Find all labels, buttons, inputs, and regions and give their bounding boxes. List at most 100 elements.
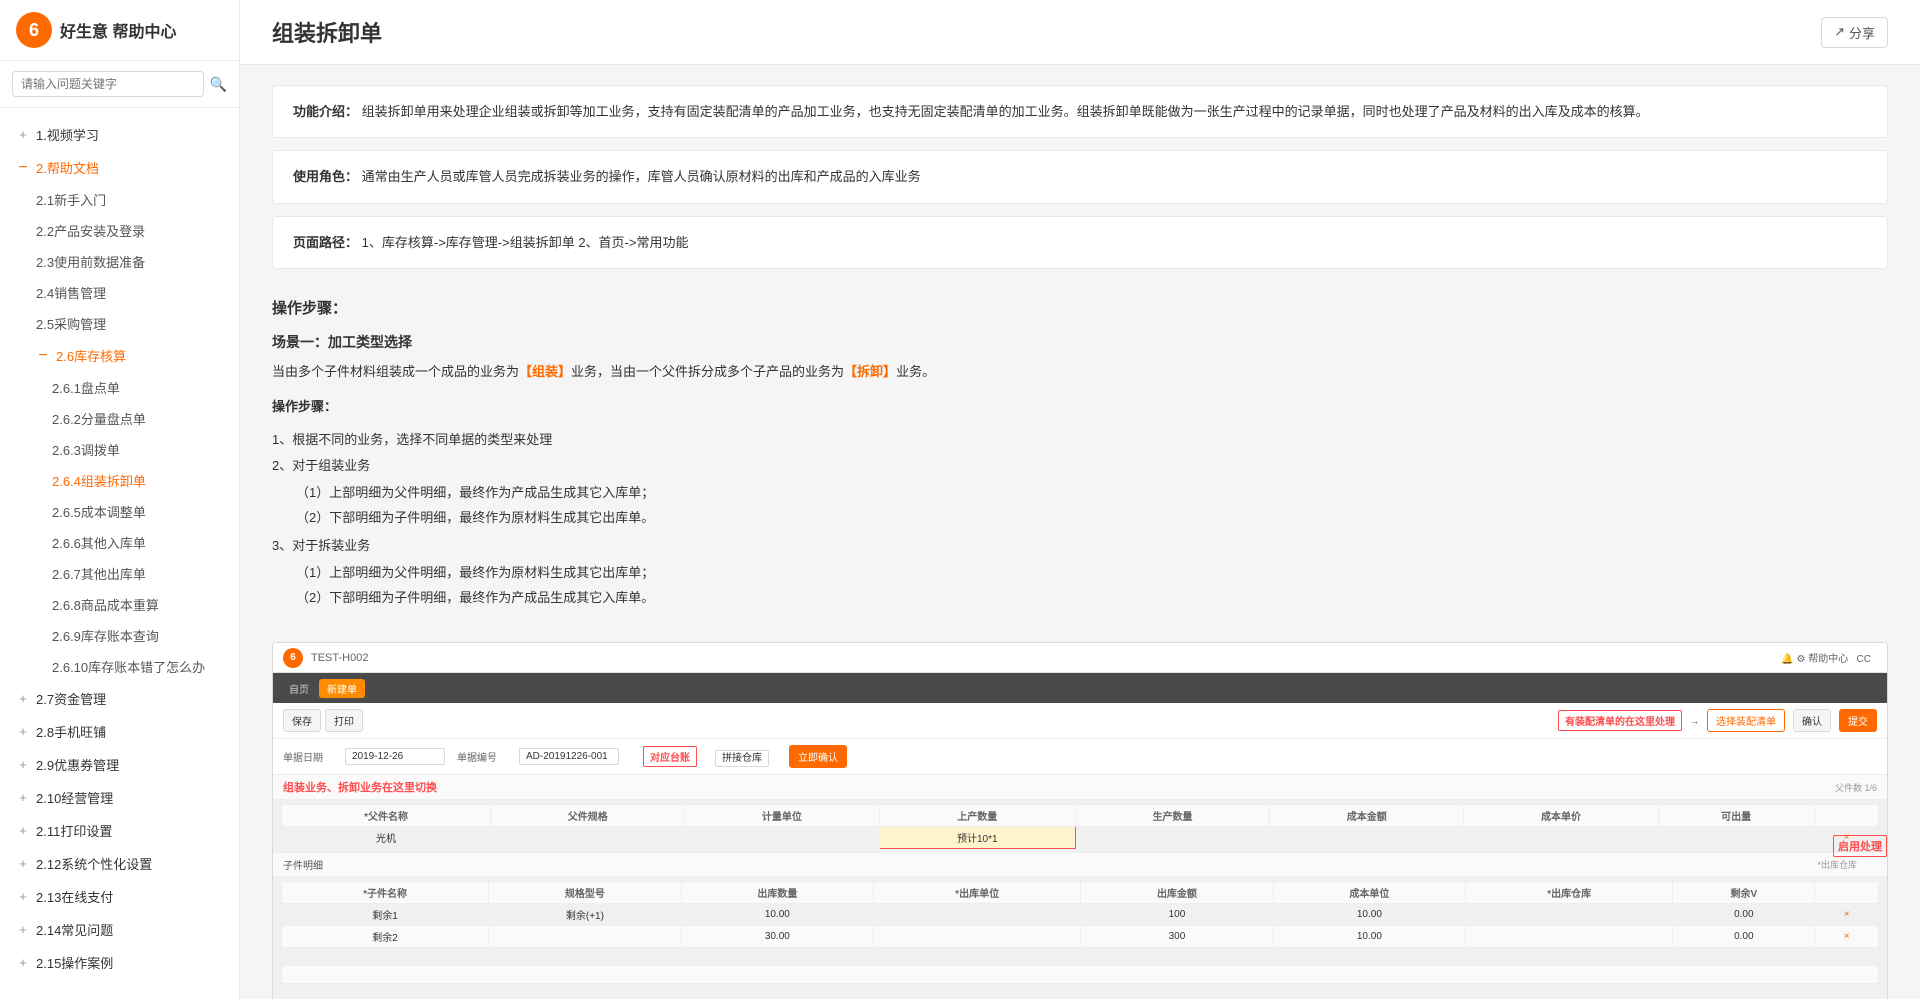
sidebar-item-2-10-label: 2.10经营管理 — [36, 788, 113, 807]
sidebar-item-1[interactable]: + 1.视频学习 — [0, 118, 239, 151]
sim-btn-confirm[interactable]: 确认 — [1793, 709, 1831, 732]
sim-td-unit-1 — [685, 827, 879, 849]
sim-topbar-id: TEST-H002 — [311, 652, 1773, 664]
path-text: 1、库存核算->库存管理->组装拆卸单 2、首页->常用功能 — [362, 235, 689, 250]
screenshot-container: 6 TEST-H002 🔔 ⚙ 帮助中心 CC 自页 新建单 保存 打印 — [272, 642, 1888, 999]
sidebar-item-2-8[interactable]: + 2.8手机旺铺 — [0, 715, 239, 748]
plus-icon-2-8: + — [16, 724, 30, 739]
sim-annotation-middle: 组装业务、拆卸业务在这里切换 — [283, 779, 437, 795]
ops-section: 操作步骤： 场景一：加工类型选择 当由多个子件材料组装成一个成品的业务为【组装】… — [272, 281, 1888, 626]
sidebar-item-2-6-label: 2.6库存核算 — [56, 346, 126, 365]
sim-date-value[interactable]: 2019-12-26 — [345, 748, 445, 765]
sidebar-item-2-4[interactable]: 2.4销售管理 — [0, 277, 239, 308]
sim-btd-del-1[interactable]: × — [1815, 904, 1879, 926]
sim-annotation-top: 有装配清单的在这里处理 — [1558, 710, 1682, 731]
sidebar-item-2-12[interactable]: + 2.12系统个性化设置 — [0, 847, 239, 880]
sim-annotation-right: 启用处理 — [1833, 835, 1887, 857]
sim-btd-spec-1: 剩余(+1) — [489, 904, 681, 926]
sim-nav-new[interactable]: 新建单 — [319, 679, 365, 698]
plus-icon-2-14: + — [16, 922, 30, 937]
sidebar-item-2-6-9[interactable]: 2.6.9库存账本查询 — [0, 620, 239, 651]
sim-btn-print[interactable]: 打印 — [325, 709, 363, 732]
sidebar-item-2-14[interactable]: + 2.14常见问题 — [0, 913, 239, 946]
share-icon: ↗ — [1834, 24, 1845, 40]
sim-section-count: 父件数 1/6 — [1835, 781, 1877, 794]
sidebar-item-2-9[interactable]: + 2.9优惠券管理 — [0, 748, 239, 781]
sim-btd-outwh-2 — [1466, 926, 1673, 948]
steps-list: 1、根据不同的业务，选择不同单据的类型来处理 2、对于组装业务 （1）上部明细为… — [272, 428, 1888, 611]
sidebar-item-2-5[interactable]: 2.5采购管理 — [0, 308, 239, 339]
sidebar-item-2-7[interactable]: + 2.7资金管理 — [0, 682, 239, 715]
sidebar-item-2-6-2[interactable]: 2.6.2分量盘点单 — [0, 403, 239, 434]
ops-title: 操作步骤： — [272, 297, 1888, 318]
sim-topbar: 6 TEST-H002 🔔 ⚙ 帮助中心 CC — [273, 643, 1887, 673]
sidebar-item-2-7-label: 2.7资金管理 — [36, 689, 106, 708]
sim-btn-save[interactable]: 保存 — [283, 709, 321, 732]
sim-btd-del-2[interactable]: × — [1815, 926, 1879, 948]
sim-table-bottom: *子件名称 规格型号 出库数量 *出库单位 出库金额 成本单位 *出库仓库 剩余… — [281, 881, 1879, 999]
sim-td-plan-1[interactable]: 预计10*1 — [879, 827, 1075, 849]
scene-one-desc: 当由多个子件材料组装成一个成品的业务为【组装】业务，当由一个父件拆分成多个子产品… — [272, 360, 1888, 385]
sidebar-item-2-10[interactable]: + 2.10经营管理 — [0, 781, 239, 814]
sim-table-top-wrapper: *父件名称 父件规格 计量单位 上产数量 生产数量 成本金额 成本单价 可出量 — [273, 800, 1887, 853]
sidebar-item-2-3[interactable]: 2.3使用前数据准备 — [0, 246, 239, 277]
sim-logo: 6 — [283, 648, 303, 668]
sidebar-item-2-6-10[interactable]: 2.6.10库存账本错了怎么办 — [0, 651, 239, 682]
sim-table-row-b-3 — [282, 948, 1879, 966]
sidebar-item-2-13[interactable]: + 2.13在线支付 — [0, 880, 239, 913]
sim-section-bottom: 子件明细 *出库仓库 启用处理 — [273, 853, 1887, 877]
sim-btd-remain-1: 0.00 — [1673, 904, 1815, 926]
sim-bth-spec: 规格型号 — [489, 882, 681, 904]
sidebar-item-2-6-4[interactable]: 2.6.4组装拆卸单 — [0, 465, 239, 496]
sim-app: 6 TEST-H002 🔔 ⚙ 帮助中心 CC 自页 新建单 保存 打印 — [273, 643, 1887, 999]
sidebar-item-2-6-3[interactable]: 2.6.3调拨单 — [0, 434, 239, 465]
step-3-1: （1）上部明细为父件明细，最终作为原材料生成其它出库单； — [296, 561, 1888, 586]
sim-dept-input[interactable]: 拼接仓库 — [715, 750, 769, 767]
sim-td-avail-1 — [1658, 827, 1814, 849]
sim-sub-count: *出库仓库 — [1817, 858, 1857, 871]
sim-section-top: 组装业务、拆卸业务在这里切换 父件数 1/6 — [273, 775, 1887, 800]
sim-th-action — [1814, 805, 1878, 827]
sidebar-item-2-1[interactable]: 2.1新手入门 — [0, 184, 239, 215]
share-button[interactable]: ↗ 分享 — [1821, 17, 1888, 48]
sim-btd-outamt-2: 300 — [1081, 926, 1273, 948]
sim-btn-select-bom[interactable]: 选择装配清单 — [1707, 709, 1785, 732]
sidebar-item-2-11[interactable]: + 2.11打印设置 — [0, 814, 239, 847]
plus-icon-2-7: + — [16, 691, 30, 706]
sim-num-value[interactable]: AD-20191226-001 — [519, 748, 619, 765]
sidebar-item-2-6[interactable]: − 2.6库存核算 — [0, 339, 239, 372]
sim-btd-outunit-2 — [874, 926, 1081, 948]
plus-icon-2-15: + — [16, 955, 30, 970]
sim-table-row-b-1: 剩余1 剩余(+1) 10.00 100 10.00 0.00 × — [282, 904, 1879, 926]
sidebar-item-2-12-label: 2.12系统个性化设置 — [36, 854, 152, 873]
sidebar-item-2-6-7[interactable]: 2.6.7其他出库单 — [0, 558, 239, 589]
sidebar-nav: + 1.视频学习 − 2.帮助文档 2.1新手入门 2.2产品安装及登录 2.3… — [0, 108, 239, 999]
sim-btd-costunit-1: 10.00 — [1273, 904, 1465, 926]
sim-bth-cost-unit: 成本单位 — [1273, 882, 1465, 904]
sidebar-item-2-11-label: 2.11打印设置 — [36, 821, 112, 840]
search-input[interactable] — [12, 71, 204, 97]
sidebar-item-2-15[interactable]: + 2.15操作案例 — [0, 946, 239, 979]
sim-toolbar-left: 保存 打印 — [283, 709, 363, 732]
sim-bth-out-wh: *出库仓库 — [1466, 882, 1673, 904]
sim-btd-name-1: 剩余1 — [282, 904, 489, 926]
sidebar-item-2-2[interactable]: 2.2产品安装及登录 — [0, 215, 239, 246]
sidebar-item-2-6-1[interactable]: 2.6.1盘点单 — [0, 372, 239, 403]
sidebar-item-2-6-6[interactable]: 2.6.6其他入库单 — [0, 527, 239, 558]
sim-table-row-top-1: 光机 预计10*1 × — [282, 827, 1879, 849]
plus-icon-2-13: + — [16, 889, 30, 904]
sidebar-item-2[interactable]: − 2.帮助文档 — [0, 151, 239, 184]
sidebar-item-2-13-label: 2.13在线支付 — [36, 887, 113, 906]
sidebar-item-2-6-5[interactable]: 2.6.5成本调整单 — [0, 496, 239, 527]
path-block: 页面路径： 1、库存核算->库存管理->组装拆卸单 2、首页->常用功能 — [272, 216, 1888, 269]
search-button[interactable]: 🔍 — [210, 76, 227, 93]
sim-btn-confirm2[interactable]: 立即确认 — [789, 745, 847, 768]
sim-btn-submit[interactable]: 提交 — [1839, 709, 1877, 732]
sim-nav-home[interactable]: 自页 — [281, 679, 317, 698]
step-3: 3、对于拆装业务 — [272, 534, 1888, 559]
sim-form-row-dept-input: 拼接仓库 — [715, 749, 769, 764]
sim-btd-outunit-1 — [874, 904, 1081, 926]
role-label: 使用角色： — [293, 169, 358, 184]
sidebar-item-2-6-8[interactable]: 2.6.8商品成本重算 — [0, 589, 239, 620]
step-2-2: （2）下部明细为子件明细，最终作为原材料生成其它出库单。 — [296, 506, 1888, 531]
